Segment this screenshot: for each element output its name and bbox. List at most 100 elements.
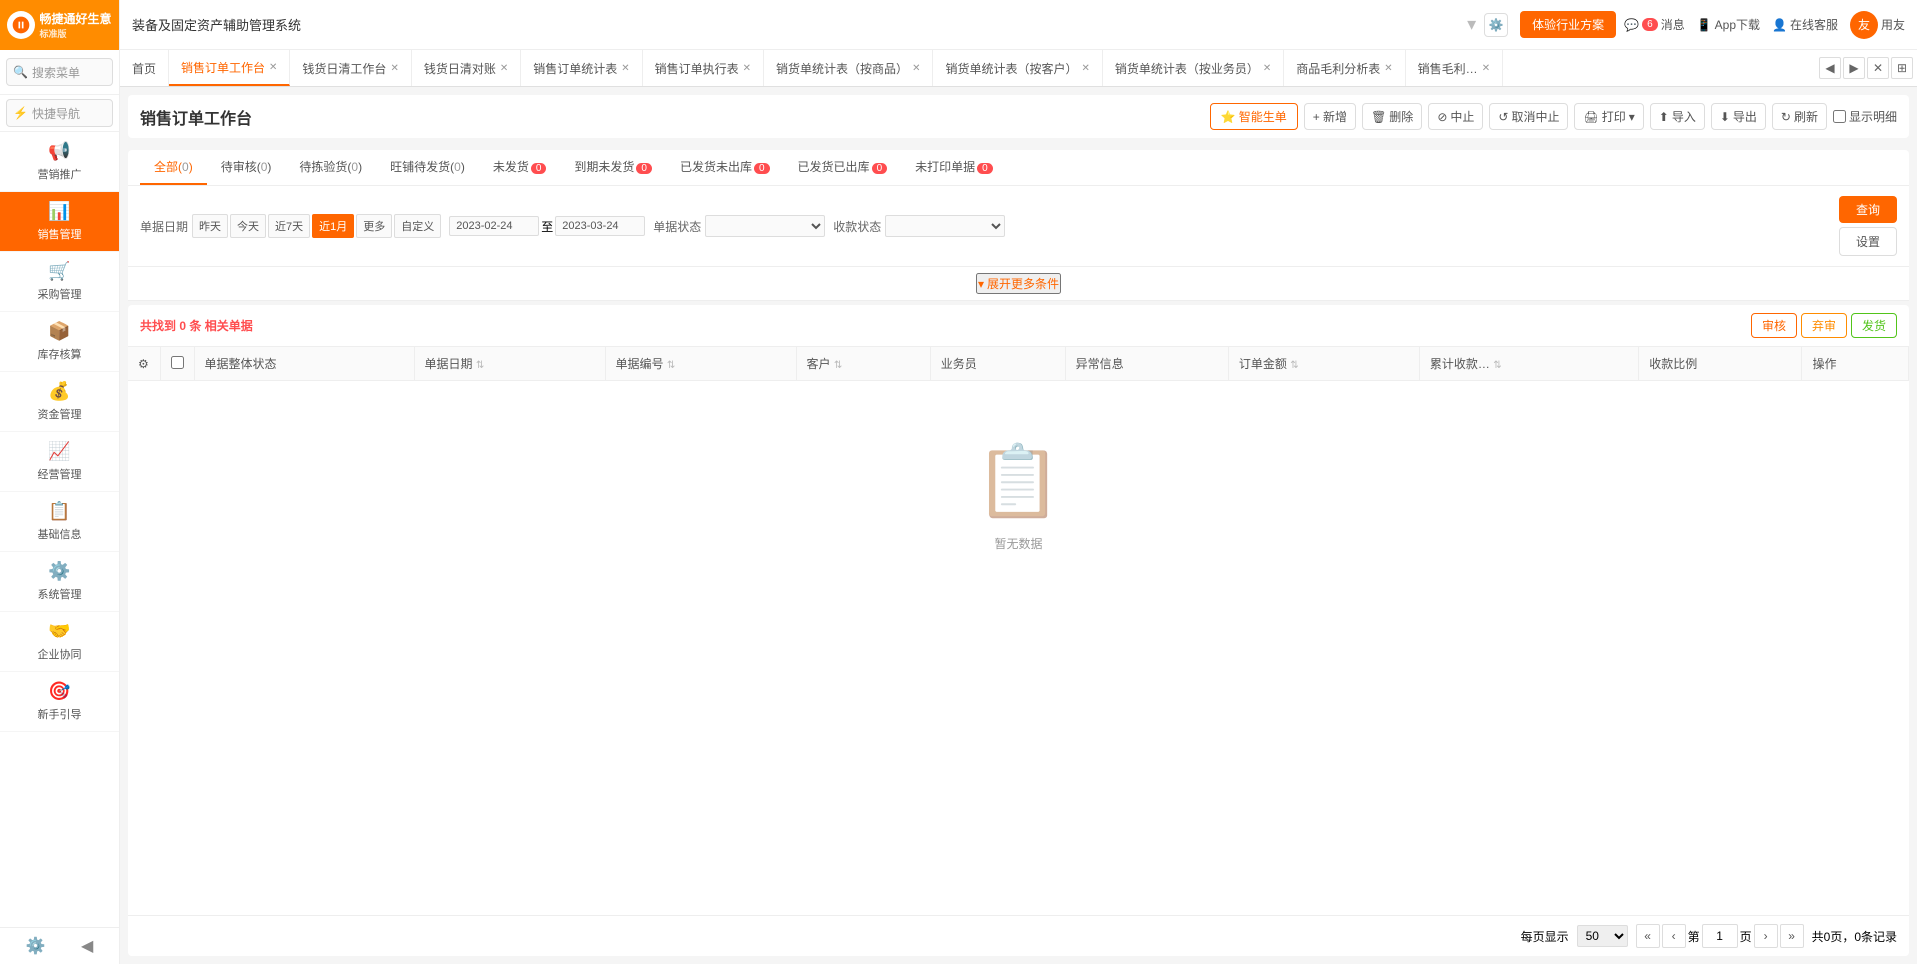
tab-sales-exec[interactable]: 销售订单执行表 ✕ [643,50,764,86]
tab-close-sum-client[interactable]: ✕ [1081,63,1089,74]
per-page-select[interactable]: 50 100 200 [1577,925,1628,947]
data-table: ⚙ 单据整体状态 单据日期 ⇅ [128,347,1909,381]
tab-sales-margin[interactable]: 商品毛利分析表 ✕ [1284,50,1405,86]
date-btn-yesterday[interactable]: 昨天 [192,214,228,238]
expand-conditions-btn[interactable]: ▾ 展开更多条件 [976,273,1061,294]
tab-close-cash-daily[interactable]: ✕ [390,63,398,74]
tab-sales-sum-product[interactable]: 销货单统计表（按商品） ✕ [764,50,933,86]
tab-cash-daily[interactable]: 钱货日清工作台 ✕ [290,50,411,86]
date-from-input[interactable] [449,216,539,236]
th-settings: ⚙ [128,347,160,381]
tab-sales-order[interactable]: 销售订单工作台 ✕ [169,50,290,86]
filter-tab-expired[interactable]: 到期未发货0 [560,150,666,185]
date-btn-more[interactable]: 更多 [356,214,392,238]
date-btn-custom[interactable]: 自定义 [394,214,441,238]
sort-number-icon[interactable]: ⇅ [667,360,675,371]
tab-close-sum-product[interactable]: ✕ [912,63,920,74]
tab-close-margin[interactable]: ✕ [1384,63,1392,74]
setting-button[interactable]: 设置 [1839,227,1897,256]
topbar-dropdown-icon[interactable]: ▾ [1467,14,1476,35]
sidebar-item-purchase[interactable]: 🛒 采购管理 [0,252,119,312]
filter-tab-wangpu[interactable]: 旺铺待发货(0) [376,150,479,185]
collapse-icon[interactable]: ◀ [81,936,93,956]
tab-home[interactable]: 首页 [120,50,169,86]
smart-create-button[interactable]: ⭐ 智能生单 [1210,103,1298,130]
filter-tab-pending-review[interactable]: 待审核(0) [207,150,286,185]
tab-sales-sum-client[interactable]: 销货单统计表（按客户） ✕ [933,50,1102,86]
tab-close-sales-stat[interactable]: ✕ [621,63,629,74]
export-button[interactable]: ⬇ 导出 [1711,103,1766,130]
filter-tab-all[interactable]: 全部(0) [140,150,207,185]
cancel-audit-button[interactable]: 弃审 [1801,313,1847,338]
next-page-btn[interactable]: › [1754,924,1778,948]
first-page-btn[interactable]: « [1636,924,1660,948]
tabs-expand-btn[interactable]: ⊞ [1891,57,1913,79]
cancel-stop-button[interactable]: ↺ 取消中止 [1489,103,1568,130]
sidebar-item-basic[interactable]: 📋 基础信息 [0,492,119,552]
prev-page-btn[interactable]: ‹ [1662,924,1686,948]
tab-close-sum-staff[interactable]: ✕ [1263,63,1271,74]
date-btn-1month[interactable]: 近1月 [312,214,354,238]
tab-sales-sum-staff[interactable]: 销货单统计表（按业务员） ✕ [1103,50,1284,86]
tab-close-sales-order[interactable]: ✕ [269,62,277,73]
delete-button[interactable]: 🗑 删除 [1362,103,1422,130]
topbar-settings-icon[interactable]: ⚙️ [1484,13,1508,37]
select-all-checkbox[interactable] [171,356,184,369]
tab-sales-more[interactable]: 销售毛利… ✕ [1406,50,1503,86]
date-btn-today[interactable]: 今天 [230,214,266,238]
audit-button[interactable]: 审核 [1751,313,1797,338]
deliver-button[interactable]: 发货 [1851,313,1897,338]
tabs-next-btn[interactable]: ▶ [1843,57,1865,79]
import-button[interactable]: ⬆ 导入 [1650,103,1705,130]
print-button[interactable]: 🖨 打印 ▾ [1574,103,1643,130]
date-range-inputs: 至 [449,216,645,236]
tab-close-more[interactable]: ✕ [1482,63,1490,74]
sidebar-item-marketing[interactable]: 📢 营销推广 [0,132,119,192]
sidebar-item-guide[interactable]: 🎯 新手引导 [0,672,119,732]
mobile-icon: 📱 [1697,18,1712,32]
stop-button[interactable]: ⊘ 中止 [1428,103,1483,130]
sidebar-item-finance[interactable]: 💰 资金管理 [0,372,119,432]
last-page-btn[interactable]: » [1780,924,1804,948]
column-settings-icon[interactable]: ⚙ [138,357,149,371]
date-to-input[interactable] [555,216,645,236]
filter-tab-not-delivered[interactable]: 未发货0 [479,150,561,185]
refresh-button[interactable]: ↻ 刷新 [1772,103,1827,130]
filter-tab-delivered-out[interactable]: 已发货已出库0 [784,150,902,185]
filter-tab-pending-check[interactable]: 待拣验货(0) [285,150,376,185]
sort-collected-icon[interactable]: ⇅ [1493,360,1501,371]
add-button[interactable]: + 新增 [1304,103,1356,130]
show-detail-checkbox[interactable]: 显示明细 [1833,108,1897,125]
sort-client-icon[interactable]: ⇅ [834,360,842,371]
tab-close-sales-exec[interactable]: ✕ [743,63,751,74]
tab-close-cash-account[interactable]: ✕ [500,63,508,74]
query-button[interactable]: 查询 [1839,196,1897,223]
message-btn[interactable]: 💬 6 消息 [1624,16,1685,33]
sidebar-item-inventory[interactable]: 📦 库存核算 [0,312,119,372]
industry-btn[interactable]: 体验行业方案 [1520,11,1616,38]
sidebar-item-operation[interactable]: 📈 经营管理 [0,432,119,492]
show-detail-input[interactable] [1833,110,1846,123]
user-btn[interactable]: 友 用友 [1850,11,1905,39]
tab-sales-stat[interactable]: 销售订单统计表 ✕ [521,50,642,86]
sort-amount-icon[interactable]: ⇅ [1290,360,1298,371]
quick-nav-button[interactable]: ⚡ 快捷导航 [6,99,113,127]
status-select[interactable] [705,215,825,237]
tabs-close-btn[interactable]: ✕ [1867,57,1889,79]
online-service-btn[interactable]: 👤 在线客服 [1772,16,1838,33]
tab-cash-account[interactable]: 钱货日清对账 ✕ [412,50,521,86]
sidebar-item-sales[interactable]: 📊 销售管理 [0,192,119,252]
filter-tab-not-printed[interactable]: 未打印单据0 [901,150,1007,185]
settings-icon[interactable]: ⚙️ [26,936,46,956]
tabs-prev-btn[interactable]: ◀ [1819,57,1841,79]
search-menu-button[interactable]: 🔍 搜索菜单 [6,58,113,86]
sidebar-item-system[interactable]: ⚙️ 系统管理 [0,552,119,612]
date-btn-7days[interactable]: 近7天 [268,214,310,238]
filter-tab-delivered-not-out[interactable]: 已发货未出库0 [666,150,784,185]
app-download-btn[interactable]: 📱 App下载 [1697,16,1760,33]
page-input[interactable] [1702,924,1738,948]
payment-select[interactable] [885,215,1005,237]
sidebar-item-enterprise[interactable]: 🤝 企业协同 [0,612,119,672]
message-badge: 6 [1642,18,1658,31]
sort-date-icon[interactable]: ⇅ [476,360,484,371]
